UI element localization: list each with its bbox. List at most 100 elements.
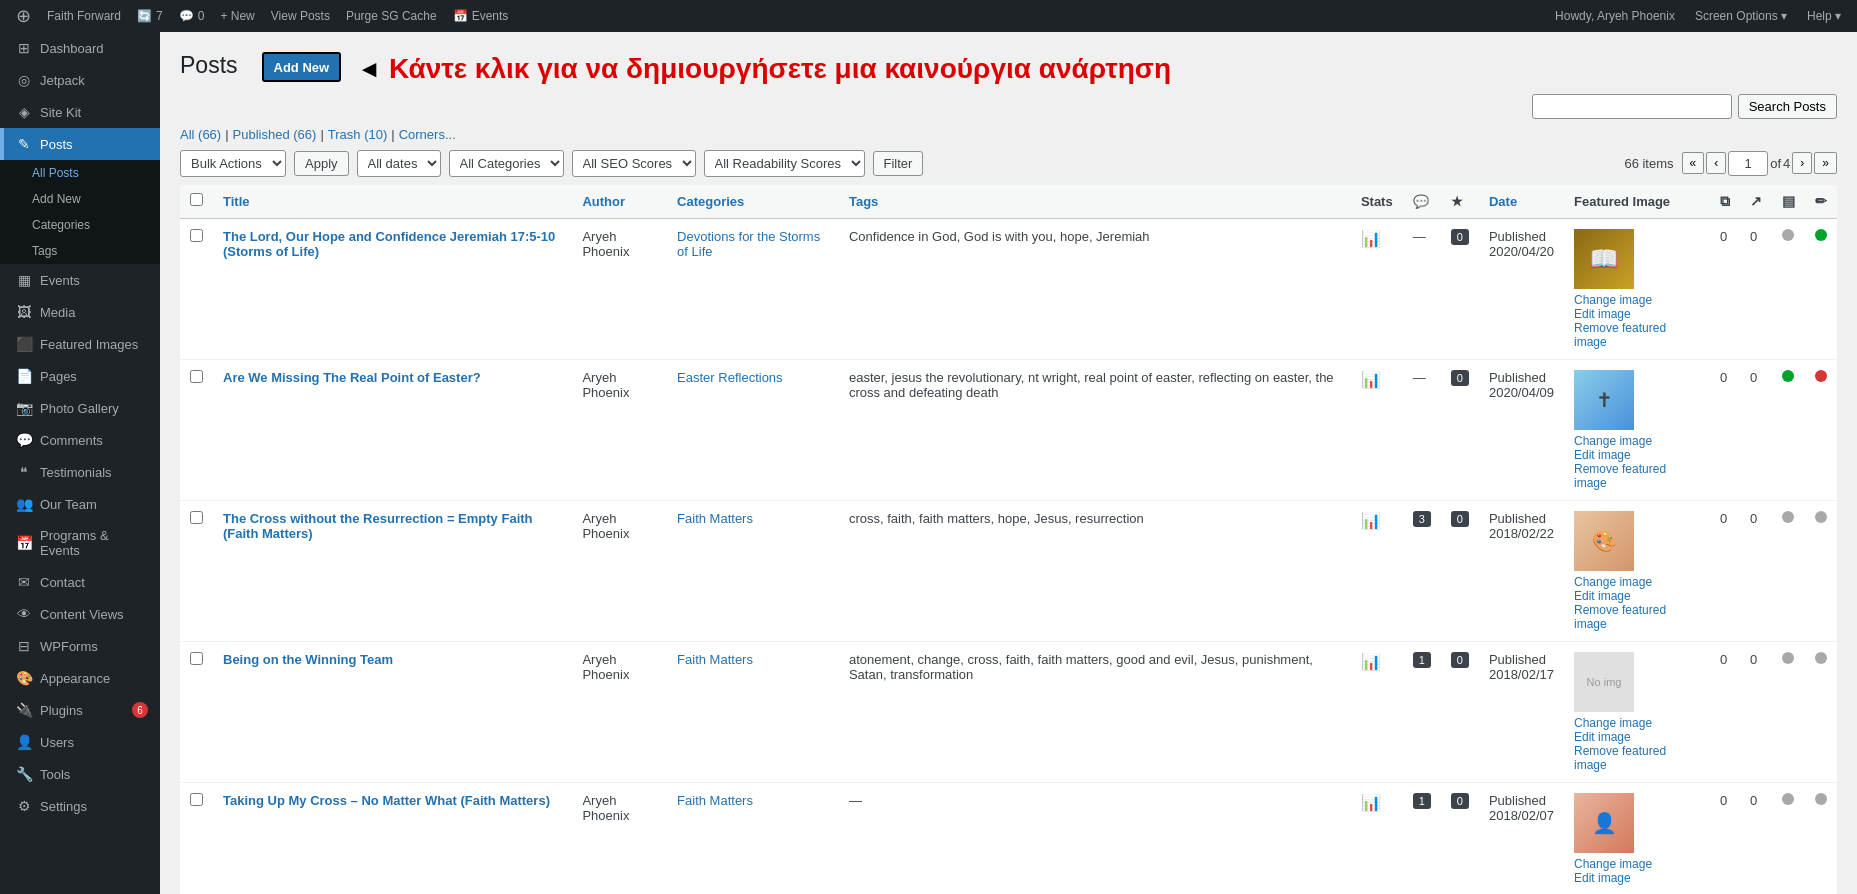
sidebar-item-programs-events[interactable]: 📅 Programs & Events <box>0 520 160 566</box>
remove-image-link[interactable]: Remove featured image <box>1574 321 1700 349</box>
sidebar-item-photo-gallery[interactable]: 📷 Photo Gallery <box>0 392 160 424</box>
post-title-link[interactable]: Taking Up My Cross – No Matter What (Fai… <box>223 793 550 808</box>
post-title-link[interactable]: The Cross without the Resurrection = Emp… <box>223 511 533 541</box>
post-title-link[interactable]: Are We Missing The Real Point of Easter? <box>223 370 481 385</box>
change-image-link[interactable]: Change image <box>1574 575 1700 589</box>
apply-button[interactable]: Apply <box>294 151 349 176</box>
change-image-link[interactable]: Change image <box>1574 434 1700 448</box>
post-star: 0 <box>1441 359 1479 500</box>
adminbar-events[interactable]: 📅 Events <box>445 0 517 32</box>
remove-image-link[interactable]: Remove featured image <box>1574 462 1700 490</box>
col-author[interactable]: Author <box>572 185 667 219</box>
category-link[interactable]: Faith Matters <box>677 652 753 667</box>
category-filter-select[interactable]: All Categories <box>449 150 564 177</box>
date-filter-select[interactable]: All dates <box>357 150 441 177</box>
submenu-categories[interactable]: Categories <box>0 212 160 238</box>
sidebar-item-media[interactable]: 🖼 Media <box>0 296 160 328</box>
sidebar-item-users[interactable]: 👤 Users <box>0 726 160 758</box>
sidebar-item-sitekit[interactable]: ◈ Site Kit <box>0 96 160 128</box>
sidebar-item-settings[interactable]: ⚙ Settings <box>0 790 160 822</box>
category-link[interactable]: Faith Matters <box>677 793 753 808</box>
filter-all[interactable]: All (66) <box>180 127 221 142</box>
search-posts-input[interactable] <box>1532 94 1732 119</box>
page-title: Posts <box>180 52 238 79</box>
edit-image-link[interactable]: Edit image <box>1574 307 1700 321</box>
sidebar-item-comments[interactable]: 💬 Comments <box>0 424 160 456</box>
col-date[interactable]: Date <box>1479 185 1564 219</box>
edit-image-link[interactable]: Edit image <box>1574 448 1700 462</box>
adminbar-howdy[interactable]: Howdy, Aryeh Phoenix <box>1547 0 1683 32</box>
adminbar-view-posts[interactable]: View Posts <box>263 0 338 32</box>
change-image-link[interactable]: Change image <box>1574 857 1700 871</box>
adminbar-comments[interactable]: 💬 0 <box>171 0 213 32</box>
next-page-btn[interactable]: › <box>1792 152 1812 174</box>
sidebar-item-content-views[interactable]: 👁 Content Views <box>0 598 160 630</box>
col-title[interactable]: Title <box>213 185 572 219</box>
current-page-input[interactable] <box>1728 151 1768 176</box>
sidebar-item-our-team[interactable]: 👥 Our Team <box>0 488 160 520</box>
submenu-tags[interactable]: Tags <box>0 238 160 264</box>
sidebar-item-tools[interactable]: 🔧 Tools <box>0 758 160 790</box>
post-title-link[interactable]: Being on the Winning Team <box>223 652 393 667</box>
row-checkbox[interactable] <box>190 511 203 524</box>
featured-img-cell: ✝ Change image Edit image Remove feature… <box>1564 359 1710 500</box>
help-btn[interactable]: Help ▾ <box>1799 0 1849 32</box>
sidebar-item-dashboard[interactable]: ⊞ Dashboard <box>0 32 160 64</box>
row-checkbox[interactable] <box>190 793 203 806</box>
remove-image-link[interactable]: Remove featured image <box>1574 744 1700 772</box>
first-page-btn[interactable]: « <box>1682 152 1705 174</box>
last-page-btn[interactable]: » <box>1814 152 1837 174</box>
bulk-actions-select[interactable]: Bulk Actions <box>180 150 286 177</box>
post-tags: — <box>839 782 1351 894</box>
admin-bar: ⊕ Faith Forward 🔄 7 💬 0 + New View Posts… <box>0 0 1857 32</box>
edit-image-link[interactable]: Edit image <box>1574 589 1700 603</box>
category-link[interactable]: Faith Matters <box>677 511 753 526</box>
col-check <box>180 185 213 219</box>
sidebar-item-testimonials[interactable]: ❝ Testimonials <box>0 456 160 488</box>
select-all-checkbox[interactable] <box>190 193 203 206</box>
adminbar-purge[interactable]: Purge SG Cache <box>338 0 445 32</box>
screen-options-btn[interactable]: Screen Options ▾ <box>1687 0 1795 32</box>
date-value: 2018/02/22 <box>1489 526 1554 541</box>
col2-val: 0 <box>1740 641 1772 782</box>
edit-image-link[interactable]: Edit image <box>1574 730 1700 744</box>
sidebar-item-pages[interactable]: 📄 Pages <box>0 360 160 392</box>
search-posts-button[interactable]: Search Posts <box>1738 94 1837 119</box>
add-new-button[interactable]: Add New <box>262 52 342 82</box>
post-date: Published 2018/02/22 <box>1479 500 1564 641</box>
sidebar-item-appearance[interactable]: 🎨 Appearance <box>0 662 160 694</box>
sidebar-item-events[interactable]: ▦ Events <box>0 264 160 296</box>
submenu-all-posts[interactable]: All Posts <box>0 160 160 186</box>
sidebar-item-wpforms[interactable]: ⊟ WPForms <box>0 630 160 662</box>
row-checkbox[interactable] <box>190 229 203 242</box>
change-image-link[interactable]: Change image <box>1574 293 1700 307</box>
row-checkbox[interactable] <box>190 370 203 383</box>
col-categories[interactable]: Categories <box>667 185 839 219</box>
adminbar-site-name[interactable]: Faith Forward <box>39 0 129 32</box>
filter-published[interactable]: Published (66) <box>233 127 317 142</box>
category-link[interactable]: Devotions for the Storms of Life <box>677 229 820 259</box>
submenu-add-new[interactable]: Add New <box>0 186 160 212</box>
change-image-link[interactable]: Change image <box>1574 716 1700 730</box>
category-link[interactable]: Easter Reflections <box>677 370 783 385</box>
adminbar-updates[interactable]: 🔄 7 <box>129 0 171 32</box>
filter-trash[interactable]: Trash (10) <box>328 127 387 142</box>
readability-filter-select[interactable]: All Readability Scores <box>704 150 865 177</box>
filter-button[interactable]: Filter <box>873 151 924 176</box>
col-tags[interactable]: Tags <box>839 185 1351 219</box>
sidebar-item-featured-images[interactable]: ⬛ Featured Images <box>0 328 160 360</box>
sidebar-item-jetpack[interactable]: ◎ Jetpack <box>0 64 160 96</box>
post-title-link[interactable]: The Lord, Our Hope and Confidence Jeremi… <box>223 229 555 259</box>
sidebar-item-posts[interactable]: ✎ Posts <box>0 128 160 160</box>
remove-image-link[interactable]: Remove featured image <box>1574 603 1700 631</box>
adminbar-new[interactable]: + New <box>212 0 262 32</box>
edit-image-link[interactable]: Edit image <box>1574 871 1700 885</box>
seo-filter-select[interactable]: All SEO Scores <box>572 150 696 177</box>
col-icon1: ⧉ <box>1710 185 1740 219</box>
sidebar-item-contact[interactable]: ✉ Contact <box>0 566 160 598</box>
sidebar-item-plugins[interactable]: 🔌 Plugins 6 <box>0 694 160 726</box>
filter-corners[interactable]: Corners... <box>399 127 456 142</box>
prev-page-btn[interactable]: ‹ <box>1706 152 1726 174</box>
pagination: « ‹ of 4 › » <box>1682 151 1837 176</box>
row-checkbox[interactable] <box>190 652 203 665</box>
